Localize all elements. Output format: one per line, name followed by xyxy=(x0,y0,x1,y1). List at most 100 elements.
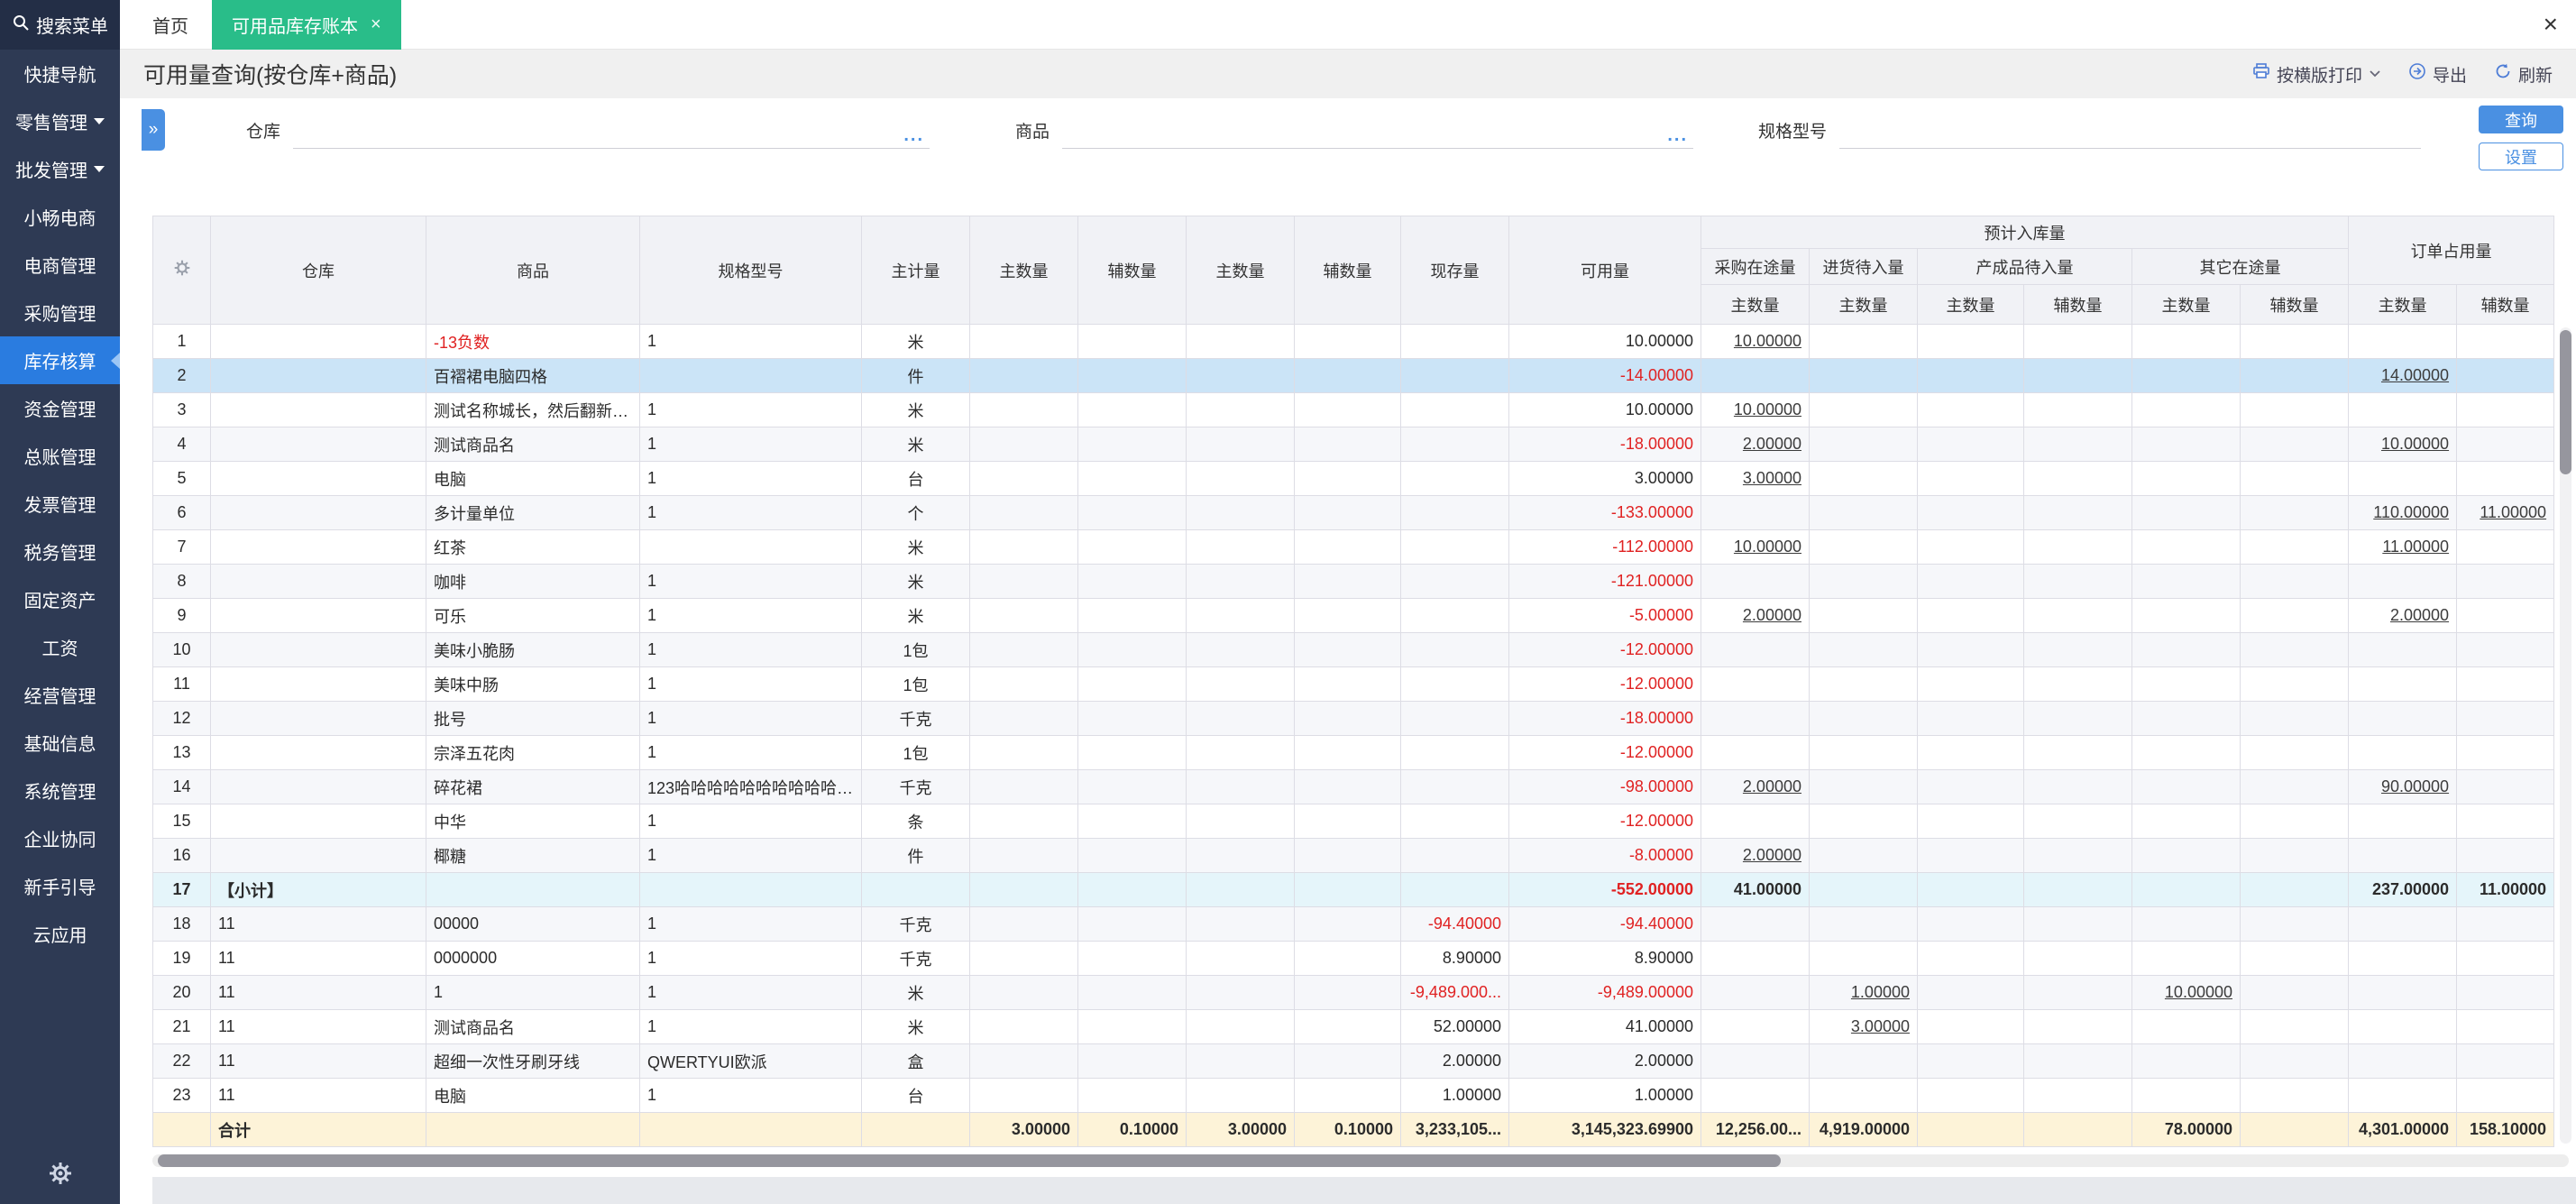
drill-link[interactable]: 10.00000 xyxy=(2381,435,2449,453)
header-stock[interactable]: 现存量 xyxy=(1400,216,1509,325)
tab-close-icon[interactable]: × xyxy=(371,14,381,35)
table-total-row[interactable]: 合计 3.00000 0.10000 3.00000 0.10000 3,233,105.… xyxy=(152,1112,2555,1147)
header-other-transit[interactable]: 其它在途量 xyxy=(2131,248,2350,285)
drill-link[interactable]: 14.00000 xyxy=(2381,366,2449,384)
table-row[interactable]: 23 11 电脑 1 台 1.00000 1.00000 xyxy=(152,1078,2555,1113)
header-aux-qty-1[interactable]: 辅数量 xyxy=(1077,216,1187,325)
drill-link[interactable]: 11.00000 xyxy=(2382,538,2449,556)
drill-link[interactable]: 11.00000 xyxy=(2480,503,2546,521)
header-unit[interactable]: 主计量 xyxy=(861,216,970,325)
sidebar-item-ecommerce[interactable]: 电商管理 xyxy=(0,241,120,289)
header-main-qty-2[interactable]: 主数量 xyxy=(1186,216,1295,325)
table-row[interactable]: 21 11 测试商品名 1 米 52.00000 41.00000 3.00000 xyxy=(152,1009,2555,1044)
drill-link[interactable]: 2.00000 xyxy=(1743,777,1801,795)
refresh-button[interactable]: 刷新 xyxy=(2494,62,2553,87)
sidebar-item-payroll[interactable]: 工资 xyxy=(0,623,120,671)
header-finished-main[interactable]: 主数量 xyxy=(1917,284,2024,325)
sidebar-item-cloud-apps[interactable]: 云应用 xyxy=(0,910,120,958)
print-landscape-button[interactable]: 按横版打印 xyxy=(2252,62,2381,87)
table-row[interactable]: 22 11 超细一次性牙刷牙线 QWERTYUI欧派盒 2.00000 2.00000 xyxy=(152,1043,2555,1079)
sidebar-item-operations[interactable]: 经营管理 xyxy=(0,671,120,719)
sidebar-item-fixed-assets[interactable]: 固定资产 xyxy=(0,575,120,623)
header-goods[interactable]: 商品 xyxy=(426,216,640,325)
table-row[interactable]: 20 11 1 1 米 -9,489.000... -9,489.00000 1.00000 1… xyxy=(152,975,2555,1010)
sidebar-item-system[interactable]: 系统管理 xyxy=(0,767,120,814)
vertical-scrollbar-thumb[interactable] xyxy=(2560,330,2571,474)
header-purchase-transit[interactable]: 采购在途量 xyxy=(1701,248,1810,285)
table-row[interactable]: 12 批号 1 千克 -18.00000 xyxy=(152,701,2555,736)
sidebar-item-inventory-accounting[interactable]: 库存核算 xyxy=(0,336,120,384)
goods-browse-button[interactable]: ... xyxy=(1667,125,1693,148)
header-spec[interactable]: 规格型号 xyxy=(639,216,862,325)
table-row[interactable]: 9 可乐 1 米 -5.00000 2.00000 2.00000 xyxy=(152,598,2555,633)
export-button[interactable]: 导出 xyxy=(2408,62,2467,87)
column-settings-icon[interactable] xyxy=(152,216,211,325)
vertical-scrollbar[interactable] xyxy=(2560,327,2571,1144)
drill-link[interactable]: 90.00000 xyxy=(2381,777,2449,795)
sidebar-item-quick-nav[interactable]: 快捷导航 xyxy=(0,50,120,97)
table-row[interactable]: 14 碎花裙 123哈哈哈哈哈哈哈哈哈哈哈... 千克 -98.00000 2.00000… xyxy=(152,769,2555,804)
header-other-aux[interactable]: 辅数量 xyxy=(2239,284,2350,325)
drill-link[interactable]: 10.00000 xyxy=(2165,983,2232,1001)
drill-link[interactable]: 110.00000 xyxy=(2373,503,2449,521)
table-row[interactable]: 18 11 00000 1 千克 -94.40000 -94.40000 xyxy=(152,906,2555,942)
table-row[interactable]: 5 电脑 1 台 3.00000 3.00000 xyxy=(152,461,2555,496)
header-incoming-main[interactable]: 主数量 xyxy=(1809,284,1918,325)
query-button[interactable]: 查询 xyxy=(2479,106,2563,133)
table-row[interactable]: 4 测试商品名 1 米 -18.00000 2.00000 10.00000 xyxy=(152,427,2555,462)
drill-link[interactable]: 2.00000 xyxy=(1743,846,1801,864)
close-icon[interactable]: × xyxy=(2544,10,2558,39)
spec-input[interactable] xyxy=(1839,121,2422,148)
sidebar-item-xiaochang-ecommerce[interactable]: 小畅电商 xyxy=(0,193,120,241)
header-order-main[interactable]: 主数量 xyxy=(2348,284,2458,325)
header-other-main[interactable]: 主数量 xyxy=(2131,284,2241,325)
drill-link[interactable]: 3.00000 xyxy=(1851,1017,1910,1035)
drill-link[interactable]: 2.00000 xyxy=(1743,606,1801,624)
drill-link[interactable]: 10.00000 xyxy=(1734,538,1801,556)
table-row[interactable]: 2 百褶裙电脑四格 件 -14.00000 14.00000 xyxy=(152,358,2555,393)
warehouse-browse-button[interactable]: ... xyxy=(903,125,930,148)
tab-available-stock-ledger[interactable]: 可用品库存账本 × xyxy=(212,0,401,50)
header-available[interactable]: 可用量 xyxy=(1508,216,1701,325)
table-row[interactable]: 16 椰糖 1 件 -8.00000 2.00000 xyxy=(152,838,2555,873)
header-finished-aux[interactable]: 辅数量 xyxy=(2023,284,2132,325)
table-row[interactable]: 10 美味小脆肠 1 1包 -12.00000 xyxy=(152,632,2555,667)
header-purchase-main[interactable]: 主数量 xyxy=(1701,284,1810,325)
table-row[interactable]: 19 11 0000000 1 千克 8.90000 8.90000 xyxy=(152,941,2555,976)
settings-button[interactable]: 设置 xyxy=(2479,142,2563,170)
header-warehouse[interactable]: 仓库 xyxy=(210,216,426,325)
drill-link[interactable]: 2.00000 xyxy=(1743,435,1801,453)
sidebar-item-purchasing[interactable]: 采购管理 xyxy=(0,289,120,336)
sidebar-item-tax[interactable]: 税务管理 xyxy=(0,528,120,575)
table-row[interactable]: 11 美味中肠 1 1包 -12.00000 xyxy=(152,666,2555,702)
horizontal-scrollbar-thumb[interactable] xyxy=(158,1154,1781,1167)
table-row[interactable]: 17 【小计】 -552.00000 41.00000 237.00000 11.0000… xyxy=(152,872,2555,907)
table-row[interactable]: 3 测试名称城长，然后翻新有没... 1 米 10.00000 10.00000 xyxy=(152,392,2555,427)
goods-input[interactable] xyxy=(1062,121,1668,148)
table-row[interactable]: 13 宗泽五花肉 1 1包 -12.00000 xyxy=(152,735,2555,770)
header-aux-qty-2[interactable]: 辅数量 xyxy=(1294,216,1401,325)
table-row[interactable]: 8 咖啡 1 米 -121.00000 xyxy=(152,564,2555,599)
drill-link[interactable]: 2.00000 xyxy=(2390,606,2449,624)
horizontal-scrollbar[interactable] xyxy=(152,1154,2569,1167)
sidebar-item-basic-info[interactable]: 基础信息 xyxy=(0,719,120,767)
sidebar-item-general-ledger[interactable]: 总账管理 xyxy=(0,432,120,480)
warehouse-input[interactable] xyxy=(293,121,904,148)
table-row[interactable]: 7 红茶 米 -112.00000 10.00000 11.00000 xyxy=(152,529,2555,565)
drill-link[interactable]: 10.00000 xyxy=(1734,400,1801,418)
sidebar-search[interactable]: 搜索菜单 xyxy=(0,0,120,50)
table-row[interactable]: 1 -13负数 1 米 10.00000 10.00000 xyxy=(152,324,2555,359)
header-finished-pending[interactable]: 产成品待入量 xyxy=(1917,248,2132,285)
tab-home[interactable]: 首页 xyxy=(152,12,212,38)
header-main-qty-1[interactable]: 主数量 xyxy=(969,216,1078,325)
table-row[interactable]: 6 多计量单位 1 个 -133.00000 110.00000 11.00000 xyxy=(152,495,2555,530)
table-row[interactable]: 15 中华 1 条 -12.00000 xyxy=(152,804,2555,839)
sidebar-item-enterprise-collab[interactable]: 企业协同 xyxy=(0,814,120,862)
sidebar-item-funds[interactable]: 资金管理 xyxy=(0,384,120,432)
header-order-aux[interactable]: 辅数量 xyxy=(2456,284,2555,325)
drill-link[interactable]: 3.00000 xyxy=(1743,469,1801,487)
sidebar-settings-button[interactable] xyxy=(0,1146,120,1204)
sidebar-item-beginner-guide[interactable]: 新手引导 xyxy=(0,862,120,910)
sidebar-item-wholesale[interactable]: 批发管理 xyxy=(0,145,120,193)
drill-link[interactable]: 10.00000 xyxy=(1734,332,1801,350)
